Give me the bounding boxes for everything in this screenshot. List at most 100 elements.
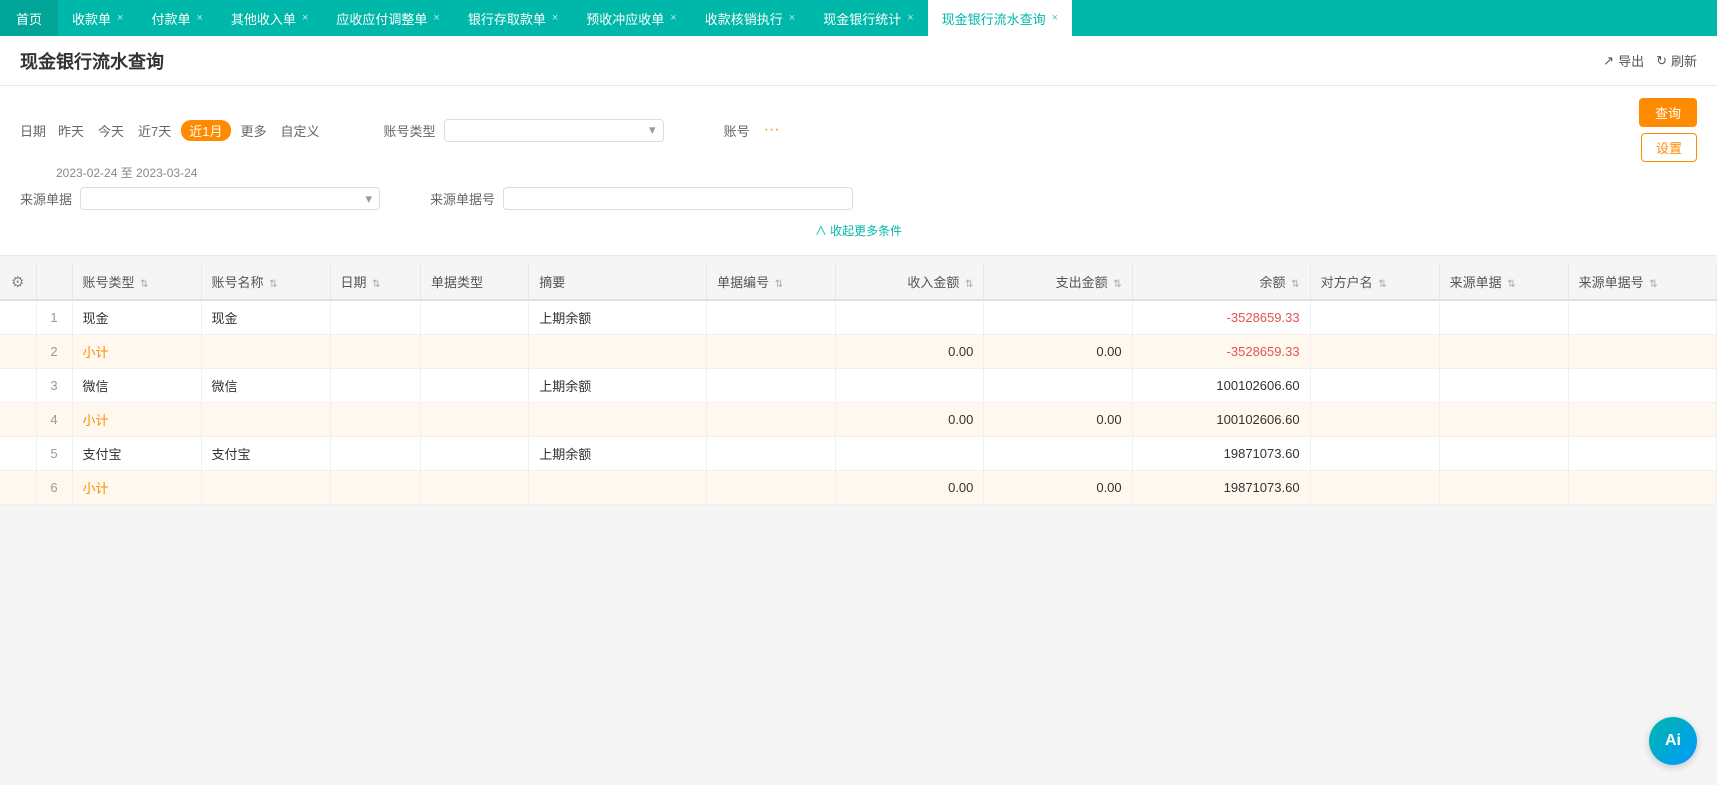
th-doc-type: 单据类型 <box>421 264 529 300</box>
nav-tab-7[interactable]: 现金银行统计 × <box>809 0 927 36</box>
sort-icon-income: ⇅ <box>965 279 973 290</box>
nav-tab-4[interactable]: 银行存取款单 × <box>454 0 572 36</box>
nav-tab-close-8[interactable]: × <box>1052 12 1058 24</box>
export-button[interactable]: ↗ 导出 <box>1603 51 1644 70</box>
cell-income <box>836 369 984 403</box>
account-type-select[interactable] <box>444 119 664 142</box>
table-body: 1 现金 现金 上期余额 -3528659.33 2 小计 0.00 0.00 … <box>0 300 1717 505</box>
account-type-select-wrapper <box>444 119 664 142</box>
nav-tab-close-7[interactable]: × <box>907 12 913 24</box>
nav-tab-8[interactable]: 现金银行流水查询 × <box>928 0 1072 36</box>
th-account-type[interactable]: 账号类型 ⇅ <box>72 264 201 300</box>
th-income[interactable]: 收入金额 ⇅ <box>836 264 984 300</box>
th-date[interactable]: 日期 ⇅ <box>330 264 420 300</box>
action-buttons: 查询 设置 <box>1639 98 1697 162</box>
cell-source-doc-no <box>1568 437 1716 471</box>
export-icon: ↗ <box>1603 53 1614 69</box>
nav-home-label: 首页 <box>16 9 42 28</box>
date-today[interactable]: 今天 <box>94 120 128 141</box>
cell-summary <box>529 471 707 505</box>
nav-tab-close-1[interactable]: × <box>196 12 202 24</box>
table-row[interactable]: 6 小计 0.00 0.00 19871073.60 <box>0 471 1717 505</box>
table-row[interactable]: 2 小计 0.00 0.00 -3528659.33 <box>0 335 1717 369</box>
cell-expense: 0.00 <box>984 471 1132 505</box>
date-shortcuts: 昨天 今天 近7天 近1月 更多 自定义 <box>54 120 324 141</box>
th-source-doc-no[interactable]: 来源单据号 ⇅ <box>1568 264 1716 300</box>
cell-doc-type <box>421 300 529 335</box>
ai-assistant-button[interactable]: Ai <box>1649 717 1697 765</box>
nav-tab-close-3[interactable]: × <box>433 12 439 24</box>
source-doc-select-wrapper <box>80 187 380 210</box>
cell-source-doc <box>1439 300 1568 335</box>
date-yesterday[interactable]: 昨天 <box>54 120 88 141</box>
export-label: 导出 <box>1618 51 1644 70</box>
cell-account-name: 现金 <box>201 300 330 335</box>
cell-expense: 0.00 <box>984 335 1132 369</box>
cell-date <box>330 437 420 471</box>
nav-tab-close-5[interactable]: × <box>670 12 676 24</box>
filter-row-2: 来源单据 来源单据号 <box>20 187 1697 210</box>
nav-tab-close-4[interactable]: × <box>552 12 558 24</box>
source-doc-no-input[interactable] <box>503 187 853 210</box>
table-row[interactable]: 4 小计 0.00 0.00 100102606.60 <box>0 403 1717 437</box>
cell-date <box>330 335 420 369</box>
refresh-button[interactable]: ↻ 刷新 <box>1656 51 1697 70</box>
nav-tab-close-6[interactable]: × <box>789 12 795 24</box>
nav-tab-close-2[interactable]: × <box>302 12 308 24</box>
cell-source-doc-no <box>1568 369 1716 403</box>
top-nav: 首页 收款单 × 付款单 × 其他收入单 × 应收应付调整单 × 银行存取款单 … <box>0 0 1717 36</box>
th-doc-no[interactable]: 单据编号 ⇅ <box>707 264 836 300</box>
nav-tab-6[interactable]: 收款核销执行 × <box>691 0 809 36</box>
nav-tab-1[interactable]: 付款单 × <box>137 0 216 36</box>
cell-source-doc <box>1439 369 1568 403</box>
cell-gear <box>0 369 36 403</box>
th-account-name[interactable]: 账号名称 ⇅ <box>201 264 330 300</box>
setting-button[interactable]: 设置 <box>1641 133 1697 162</box>
date-7days[interactable]: 近7天 <box>134 120 175 141</box>
cell-account-type: 微信 <box>72 369 201 403</box>
page-header: 现金银行流水查询 ↗ 导出 ↻ 刷新 <box>0 36 1717 86</box>
cell-counterparty <box>1310 300 1439 335</box>
cell-counterparty <box>1310 437 1439 471</box>
cell-gear <box>0 300 36 335</box>
nav-tab-2[interactable]: 其他收入单 × <box>217 0 322 36</box>
date-label: 日期 <box>20 121 46 140</box>
cell-source-doc <box>1439 471 1568 505</box>
table-row[interactable]: 5 支付宝 支付宝 上期余额 19871073.60 <box>0 437 1717 471</box>
cell-account-name <box>201 471 330 505</box>
gear-icon[interactable]: ⚙ <box>11 274 24 291</box>
cell-summary <box>529 403 707 437</box>
cell-summary <box>529 335 707 369</box>
cell-doc-no <box>707 335 836 369</box>
date-more[interactable]: 更多 <box>237 120 271 141</box>
nav-tab-0[interactable]: 收款单 × <box>58 0 137 36</box>
nav-home[interactable]: 首页 <box>0 0 58 36</box>
th-source-doc[interactable]: 来源单据 ⇅ <box>1439 264 1568 300</box>
cell-counterparty <box>1310 471 1439 505</box>
source-doc-no-filter: 来源单据号 <box>430 187 853 210</box>
cell-account-type: 现金 <box>72 300 201 335</box>
page-title: 现金银行流水查询 <box>20 48 164 74</box>
nav-tab-close-0[interactable]: × <box>117 12 123 24</box>
nav-tab-3[interactable]: 应收应付调整单 × <box>322 0 453 36</box>
cell-account-name: 微信 <box>201 369 330 403</box>
query-button[interactable]: 查询 <box>1639 98 1697 127</box>
table-row[interactable]: 3 微信 微信 上期余额 100102606.60 <box>0 369 1717 403</box>
collapse-arrow-icon: ∧ <box>815 224 827 238</box>
nav-tab-5[interactable]: 预收冲应收单 × <box>572 0 690 36</box>
date-1month[interactable]: 近1月 <box>181 120 230 141</box>
cell-doc-type <box>421 369 529 403</box>
th-expense[interactable]: 支出金额 ⇅ <box>984 264 1132 300</box>
th-counterparty[interactable]: 对方户名 ⇅ <box>1310 264 1439 300</box>
source-doc-select[interactable] <box>80 187 380 210</box>
cell-source-doc-no <box>1568 335 1716 369</box>
cell-counterparty <box>1310 369 1439 403</box>
date-custom[interactable]: 自定义 <box>277 120 324 141</box>
collapse-bar[interactable]: ∧ 收起更多条件 <box>20 218 1697 243</box>
cell-doc-no <box>707 403 836 437</box>
th-balance[interactable]: 余额 ⇅ <box>1132 264 1310 300</box>
cell-expense <box>984 369 1132 403</box>
account-dots-btn[interactable]: ··· <box>758 121 786 139</box>
cell-summary: 上期余额 <box>529 300 707 335</box>
table-row[interactable]: 1 现金 现金 上期余额 -3528659.33 <box>0 300 1717 335</box>
